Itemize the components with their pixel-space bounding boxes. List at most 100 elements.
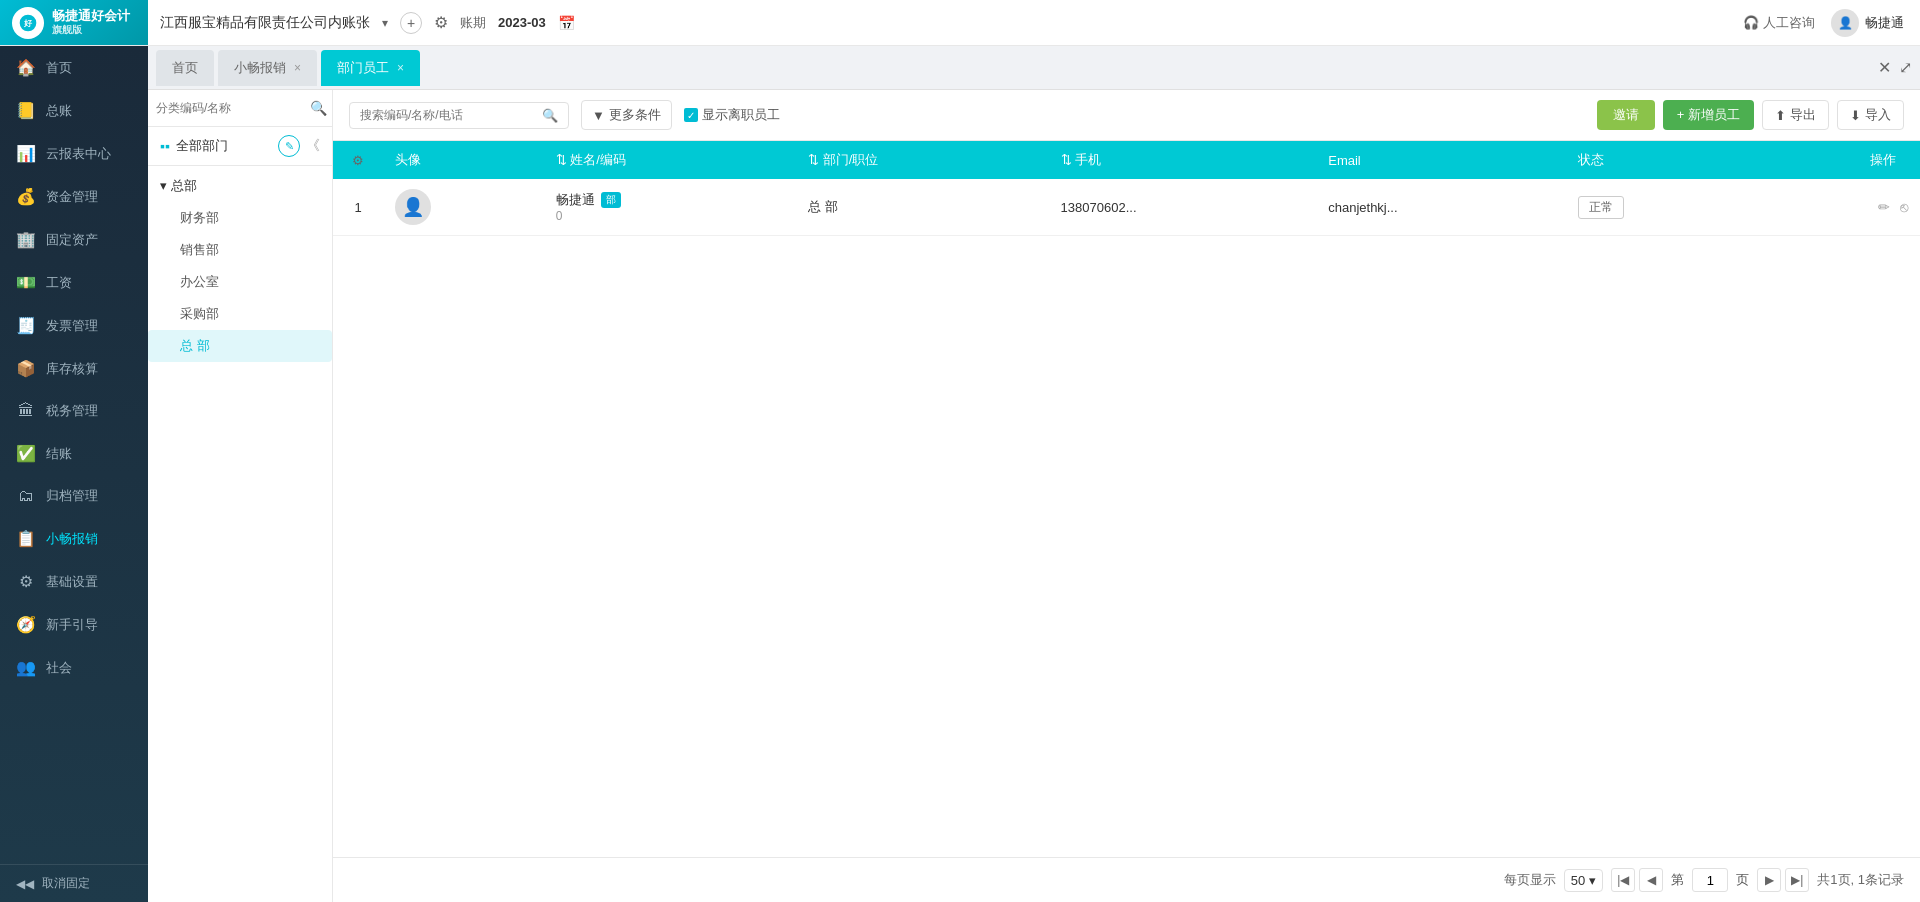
sidebar-label-ledger: 总账 (46, 102, 72, 120)
tab-expense[interactable]: 小畅报销 × (218, 50, 317, 86)
dept-general-selected[interactable]: 总 部 (148, 330, 332, 362)
sidebar-item-inventory[interactable]: 📦 库存核算 (0, 347, 148, 390)
pin-label: 取消固定 (42, 875, 90, 892)
col-name[interactable]: ⇅ 姓名/编码 (544, 141, 796, 179)
sidebar-item-archive[interactable]: 🗂 归档管理 (0, 475, 148, 517)
home-icon: 🏠 (16, 58, 36, 77)
import-button[interactable]: ⬇ 导入 (1837, 100, 1904, 130)
show-resigned-label: 显示离职员工 (702, 106, 780, 124)
col-actions: 操作 (1754, 141, 1920, 179)
row-actions-cell: ✏ ⎋ (1754, 179, 1920, 236)
company-name: 江西服宝精品有限责任公司内账张 (160, 14, 370, 32)
sidebar-label-archive: 归档管理 (46, 487, 98, 505)
user-name: 畅捷通 (1865, 14, 1904, 32)
sidebar-item-payroll[interactable]: 💵 工资 (0, 261, 148, 304)
reports-icon: 📊 (16, 144, 36, 163)
invoice-icon: 🧾 (16, 316, 36, 335)
page-size-dropdown-icon: ▾ (1589, 873, 1596, 888)
calendar-icon[interactable]: 📅 (558, 15, 575, 31)
sidebar-item-ledger[interactable]: 📒 总账 (0, 89, 148, 132)
filter-button[interactable]: ▼ 更多条件 (581, 100, 672, 130)
sidebar-item-reports[interactable]: 📊 云报表中心 (0, 132, 148, 175)
invite-button[interactable]: 邀请 (1597, 100, 1655, 130)
sidebar: 🏠 首页 📒 总账 📊 云报表中心 💰 资金管理 🏢 固定资产 💵 工资 🧾 发… (0, 46, 148, 902)
employee-toolbar: 🔍 ▼ 更多条件 ✓ 显示离职员工 邀请 + 新增员工 ⬆ (333, 90, 1920, 141)
collapse-button[interactable]: 《 (306, 137, 320, 155)
sidebar-pin-button[interactable]: ◀◀ 取消固定 (0, 864, 148, 902)
sidebar-item-settings[interactable]: ⚙ 基础设置 (0, 560, 148, 603)
content-area: 首页 小畅报销 × 部门员工 × ✕ ⤢ 🔍 (148, 46, 1920, 902)
sidebar-label-tax: 税务管理 (46, 402, 98, 420)
avatar: 👤 (1831, 9, 1859, 37)
tab-expense-close[interactable]: × (294, 61, 301, 75)
employee-phone: 138070602... (1061, 200, 1137, 215)
dept-edit-button[interactable]: ✎ (278, 135, 300, 157)
tab-department-label: 部门员工 (337, 59, 389, 77)
sidebar-label-reports: 云报表中心 (46, 145, 111, 163)
sidebar-item-checkout[interactable]: ✅ 结账 (0, 432, 148, 475)
tab-department-close[interactable]: × (397, 61, 404, 75)
dept-purchase[interactable]: 采购部 (148, 298, 332, 330)
dept-office[interactable]: 办公室 (148, 266, 332, 298)
period-value: 2023-03 (498, 15, 546, 30)
sidebar-label-invoice: 发票管理 (46, 317, 98, 335)
add-employee-button[interactable]: + 新增员工 (1663, 100, 1754, 130)
logout-button[interactable]: ⎋ (1900, 199, 1908, 215)
add-company-button[interactable]: + (400, 12, 422, 34)
col-phone[interactable]: ⇅ 手机 (1049, 141, 1317, 179)
tab-home[interactable]: 首页 (156, 50, 214, 86)
last-page-button[interactable]: ▶| (1785, 868, 1809, 892)
prev-page-button[interactable]: ◀ (1639, 868, 1663, 892)
sidebar-item-assets[interactable]: 🏢 固定资产 (0, 218, 148, 261)
toolbar-right: 邀请 + 新增员工 ⬆ 导出 ⬇ 导入 (1597, 100, 1904, 130)
dept-search-icon[interactable]: 🔍 (310, 100, 327, 116)
inventory-icon: 📦 (16, 359, 36, 378)
row-status-cell: 正常 (1566, 179, 1754, 236)
page-input[interactable] (1692, 868, 1728, 892)
dept-root-header[interactable]: ▪▪ 全部部门 ✎ 《 (148, 127, 332, 166)
sidebar-item-more[interactable]: 👥 社会 (0, 646, 148, 689)
export-button[interactable]: ⬆ 导出 (1762, 100, 1829, 130)
page-size-select[interactable]: 50 ▾ (1564, 869, 1603, 892)
next-page-button[interactable]: ▶ (1757, 868, 1781, 892)
logo-icon: 好 (12, 7, 44, 39)
col-email: Email (1316, 141, 1566, 179)
show-resigned-checkbox[interactable]: ✓ (684, 108, 698, 122)
sidebar-item-home[interactable]: 🏠 首页 (0, 46, 148, 89)
table-row: 1 👤 畅捷通 部 (333, 179, 1920, 236)
settings-icon[interactable]: ⚙ (434, 13, 448, 32)
employee-search-field[interactable]: 🔍 (349, 102, 569, 129)
total-info: 共1页, 1条记录 (1817, 871, 1904, 889)
sidebar-label-inventory: 库存核算 (46, 360, 98, 378)
fullscreen-icon[interactable]: ⤢ (1899, 58, 1912, 77)
user-info[interactable]: 👤 畅捷通 (1831, 9, 1904, 37)
col-settings[interactable]: ⚙ (333, 141, 383, 179)
col-dept[interactable]: ⇅ 部门/职位 (796, 141, 1048, 179)
employee-dept: 总 部 (808, 199, 838, 214)
employee-search-input[interactable] (360, 108, 536, 122)
dept-finance[interactable]: 财务部 (148, 202, 332, 234)
sidebar-item-tax[interactable]: 🏛 税务管理 (0, 390, 148, 432)
first-page-button[interactable]: |◀ (1611, 868, 1635, 892)
sidebar-item-guide[interactable]: 🧭 新手引导 (0, 603, 148, 646)
col-avatar: 头像 (383, 141, 544, 179)
status-badge: 正常 (1578, 196, 1624, 219)
logo-area: 好 畅捷通好会计 旗舰版 (0, 0, 148, 45)
sidebar-item-funds[interactable]: 💰 资金管理 (0, 175, 148, 218)
dept-search-input[interactable] (156, 101, 306, 115)
edit-button[interactable]: ✏ (1878, 199, 1890, 215)
employee-email: chanjethkj... (1328, 200, 1397, 215)
pagination-bar: 每页显示 50 ▾ |◀ ◀ 第 页 ▶ ▶| 共1页, 1条记录 (333, 857, 1920, 902)
close-tab-icon[interactable]: ✕ (1878, 58, 1891, 77)
sidebar-label-funds: 资金管理 (46, 188, 98, 206)
dept-sales[interactable]: 销售部 (148, 234, 332, 266)
tab-department[interactable]: 部门员工 × (321, 50, 420, 86)
show-resigned-toggle[interactable]: ✓ 显示离职员工 (684, 106, 780, 124)
sidebar-label-more: 社会 (46, 659, 72, 677)
service-button[interactable]: 🎧 人工咨询 (1743, 14, 1815, 32)
sidebar-item-invoice[interactable]: 🧾 发票管理 (0, 304, 148, 347)
dept-parent-hq[interactable]: ▾ 总部 (148, 170, 332, 202)
company-dropdown-icon[interactable]: ▾ (382, 16, 388, 30)
employee-search-icon[interactable]: 🔍 (542, 108, 558, 123)
sidebar-item-expense[interactable]: 📋 小畅报销 (0, 517, 148, 560)
